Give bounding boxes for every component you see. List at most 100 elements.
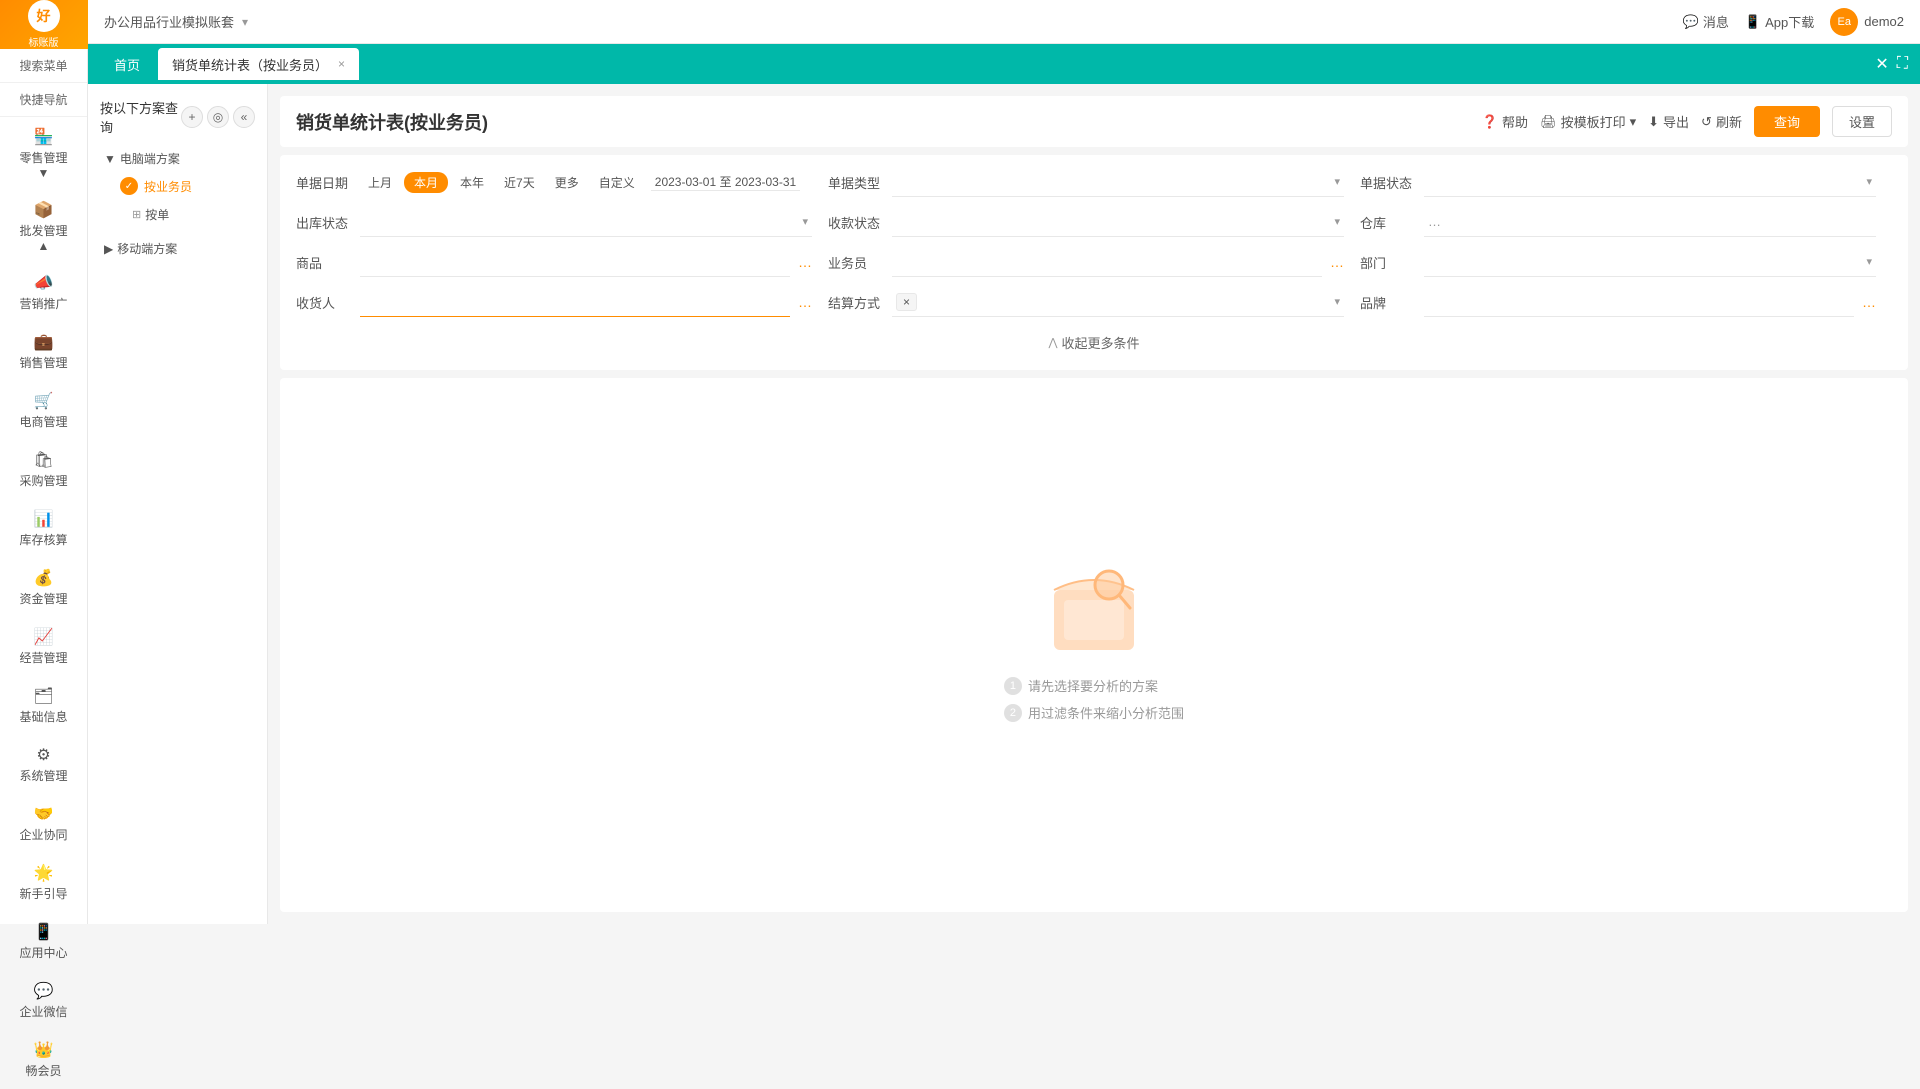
- group-arrow-icon: ▼: [104, 152, 116, 166]
- topbar-right: 💬 消息 📱 App下载 Ea demo2: [1683, 8, 1904, 36]
- empty-step-1: 1 请先选择要分析的方案: [1004, 676, 1184, 695]
- sidebar-item-wechat[interactable]: 💬 企业微信: [0, 971, 87, 1030]
- quick-nav-item[interactable]: 快捷导航: [0, 83, 87, 117]
- date-btn-this-year[interactable]: 本年: [452, 172, 492, 193]
- print-arrow-icon: ▾: [1630, 114, 1637, 130]
- salesperson-dots-btn[interactable]: …: [1330, 254, 1344, 270]
- scheme-sub-item-by-order[interactable]: ⊞ 按单: [88, 201, 267, 228]
- receipt-dropdown[interactable]: ▾: [892, 207, 1344, 237]
- tab-close-window-btn[interactable]: ✕: [1875, 54, 1888, 74]
- date-btn-this-month[interactable]: 本月: [404, 172, 448, 193]
- help-btn[interactable]: ❓ 帮助: [1482, 112, 1528, 131]
- salesperson-input[interactable]: [892, 247, 1322, 277]
- message-btn[interactable]: 💬 消息: [1683, 12, 1729, 31]
- filter-cell-docstatus: 单据状态 ▾: [1360, 167, 1892, 197]
- add-scheme-btn[interactable]: +: [181, 106, 203, 128]
- date-btn-7days[interactable]: 近7天: [496, 172, 543, 193]
- step-1-num: 1: [1004, 677, 1022, 695]
- system-label: 系统管理: [19, 767, 67, 784]
- collapse-filters-btn[interactable]: ⋀ 收起更多条件: [296, 327, 1892, 358]
- group-title-label: 电脑端方案: [120, 150, 180, 167]
- collapse-scheme-btn[interactable]: «: [233, 106, 255, 128]
- member-icon: 👑: [34, 1040, 54, 1060]
- consignee-input[interactable]: [360, 287, 790, 317]
- dept-dropdown[interactable]: ▾: [1424, 247, 1876, 277]
- docstatus-dropdown[interactable]: ▾: [1424, 167, 1876, 197]
- system-icon: ⚙: [36, 745, 50, 765]
- sidebar-item-basic[interactable]: 🗂 基础信息: [0, 676, 87, 735]
- settlement-dropdown[interactable]: × ▾: [892, 287, 1344, 317]
- filter-cell-stockout: 出库状态 ▾: [296, 207, 828, 237]
- brand-dots-btn[interactable]: …: [1862, 294, 1876, 310]
- sidebar-item-appcenter[interactable]: 📱 应用中心: [0, 912, 87, 971]
- avatar: Ea: [1830, 8, 1858, 36]
- sidebar-item-ecommerce[interactable]: 🛒 电商管理: [0, 381, 87, 440]
- tab-sales-stat[interactable]: 销货单统计表（按业务员） ×: [158, 48, 359, 80]
- username-label: demo2: [1864, 14, 1904, 29]
- refresh-icon: ↺: [1701, 114, 1712, 130]
- scheme-salesperson-label: 按业务员: [144, 178, 192, 195]
- stockout-arrow-icon: ▾: [802, 215, 808, 228]
- scheme-group-mobile-title[interactable]: ▶ 移动端方案: [88, 236, 267, 261]
- scheme-header-actions: + ◎ «: [181, 106, 255, 128]
- user-profile[interactable]: Ea demo2: [1830, 8, 1904, 36]
- print-btn[interactable]: 🖨 按模板打印 ▾: [1540, 112, 1636, 131]
- sidebar-item-system[interactable]: ⚙ 系统管理: [0, 735, 87, 794]
- search-menu-item[interactable]: 搜索菜单: [0, 49, 87, 83]
- sidebar-item-wholesale[interactable]: 📦 批发管理 ▲: [0, 190, 87, 263]
- retail-label: 零售管理: [19, 149, 67, 166]
- tab-close-icon[interactable]: ×: [338, 57, 345, 71]
- operation-icon: 📈: [34, 627, 54, 647]
- sidebar-item-member[interactable]: 👑 畅会员: [0, 1030, 87, 1089]
- settlement-tag-close[interactable]: ×: [903, 295, 910, 309]
- filter-row-3: 商品 … 业务员 … 部门 ▾: [296, 247, 1892, 277]
- filter-row-2: 出库状态 ▾ 收款状态 ▾ 仓库: [296, 207, 1892, 237]
- doctype-dropdown[interactable]: ▾: [892, 167, 1344, 197]
- dept-label: 部门: [1360, 253, 1416, 272]
- sidebar-item-sales[interactable]: 💼 销售管理: [0, 322, 87, 381]
- date-btn-custom[interactable]: 自定义: [591, 172, 643, 193]
- brand-input[interactable]: [1424, 287, 1854, 317]
- receipt-arrow-icon: ▾: [1334, 215, 1340, 228]
- warehouse-dropdown[interactable]: …: [1424, 207, 1876, 237]
- sidebar-item-marketing[interactable]: 📣 营销推广: [0, 263, 87, 322]
- avatar-text: Ea: [1838, 16, 1851, 28]
- tab-home[interactable]: 首页: [100, 48, 154, 80]
- scheme-group-desktop-title[interactable]: ▼ 电脑端方案: [88, 146, 267, 171]
- purchase-label: 采购管理: [19, 472, 67, 489]
- consignee-dots-btn[interactable]: …: [798, 294, 812, 310]
- scheme-item-by-salesperson[interactable]: ✓ 按业务员: [88, 171, 267, 201]
- mobile-title-label: 移动端方案: [117, 240, 177, 257]
- goods-dots-btn[interactable]: …: [798, 254, 812, 270]
- date-btn-more[interactable]: 更多: [547, 172, 587, 193]
- dropdown-arrow-icon[interactable]: ▾: [242, 15, 248, 29]
- filter-cell-dept: 部门 ▾: [1360, 247, 1892, 277]
- tab-maximize-btn[interactable]: ⛶: [1897, 55, 1908, 73]
- date-btn-last-month[interactable]: 上月: [360, 172, 400, 193]
- sidebar-item-newbie[interactable]: 🌟 新手引导: [0, 853, 87, 912]
- receipt-label: 收款状态: [828, 213, 884, 232]
- filter-cell-salesperson: 业务员 …: [828, 247, 1360, 277]
- stockout-dropdown[interactable]: ▾: [360, 207, 812, 237]
- sidebar-item-finance[interactable]: 💰 资金管理: [0, 558, 87, 617]
- sidebar-item-retail[interactable]: 🏪 零售管理 ▼: [0, 117, 87, 190]
- home-tab-label: 首页: [114, 55, 140, 74]
- app-download-btn[interactable]: 📱 App下载: [1745, 12, 1814, 31]
- date-range-value[interactable]: 2023-03-01 至 2023-03-31: [651, 173, 800, 191]
- query-button[interactable]: 查询: [1754, 106, 1820, 137]
- search-label: 搜索菜单: [19, 59, 67, 73]
- sidebar-item-purchase[interactable]: 🛍 采购管理: [0, 440, 87, 499]
- settings-button[interactable]: 设置: [1832, 106, 1892, 137]
- sidebar-item-enterprise[interactable]: 🤝 企业协同: [0, 794, 87, 853]
- refresh-btn[interactable]: ↺ 刷新: [1701, 112, 1742, 131]
- export-btn[interactable]: ⬇ 导出: [1648, 112, 1689, 131]
- copy-scheme-btn[interactable]: ◎: [207, 106, 229, 128]
- export-icon: ⬇: [1648, 114, 1659, 130]
- sidebar-item-inventory[interactable]: 📊 库存核算: [0, 499, 87, 558]
- page-actions: ❓ 帮助 🖨 按模板打印 ▾ ⬇ 导出 ↺ 刷新: [1482, 106, 1892, 137]
- stockout-label: 出库状态: [296, 213, 352, 232]
- goods-input[interactable]: [360, 247, 790, 277]
- filter-area: 单据日期 上月 本月 本年 近7天 更多 自定义 2023-03-01 至 20…: [280, 155, 1908, 370]
- inventory-icon: 📊: [34, 509, 54, 529]
- sidebar-item-operation[interactable]: 📈 经营管理: [0, 617, 87, 676]
